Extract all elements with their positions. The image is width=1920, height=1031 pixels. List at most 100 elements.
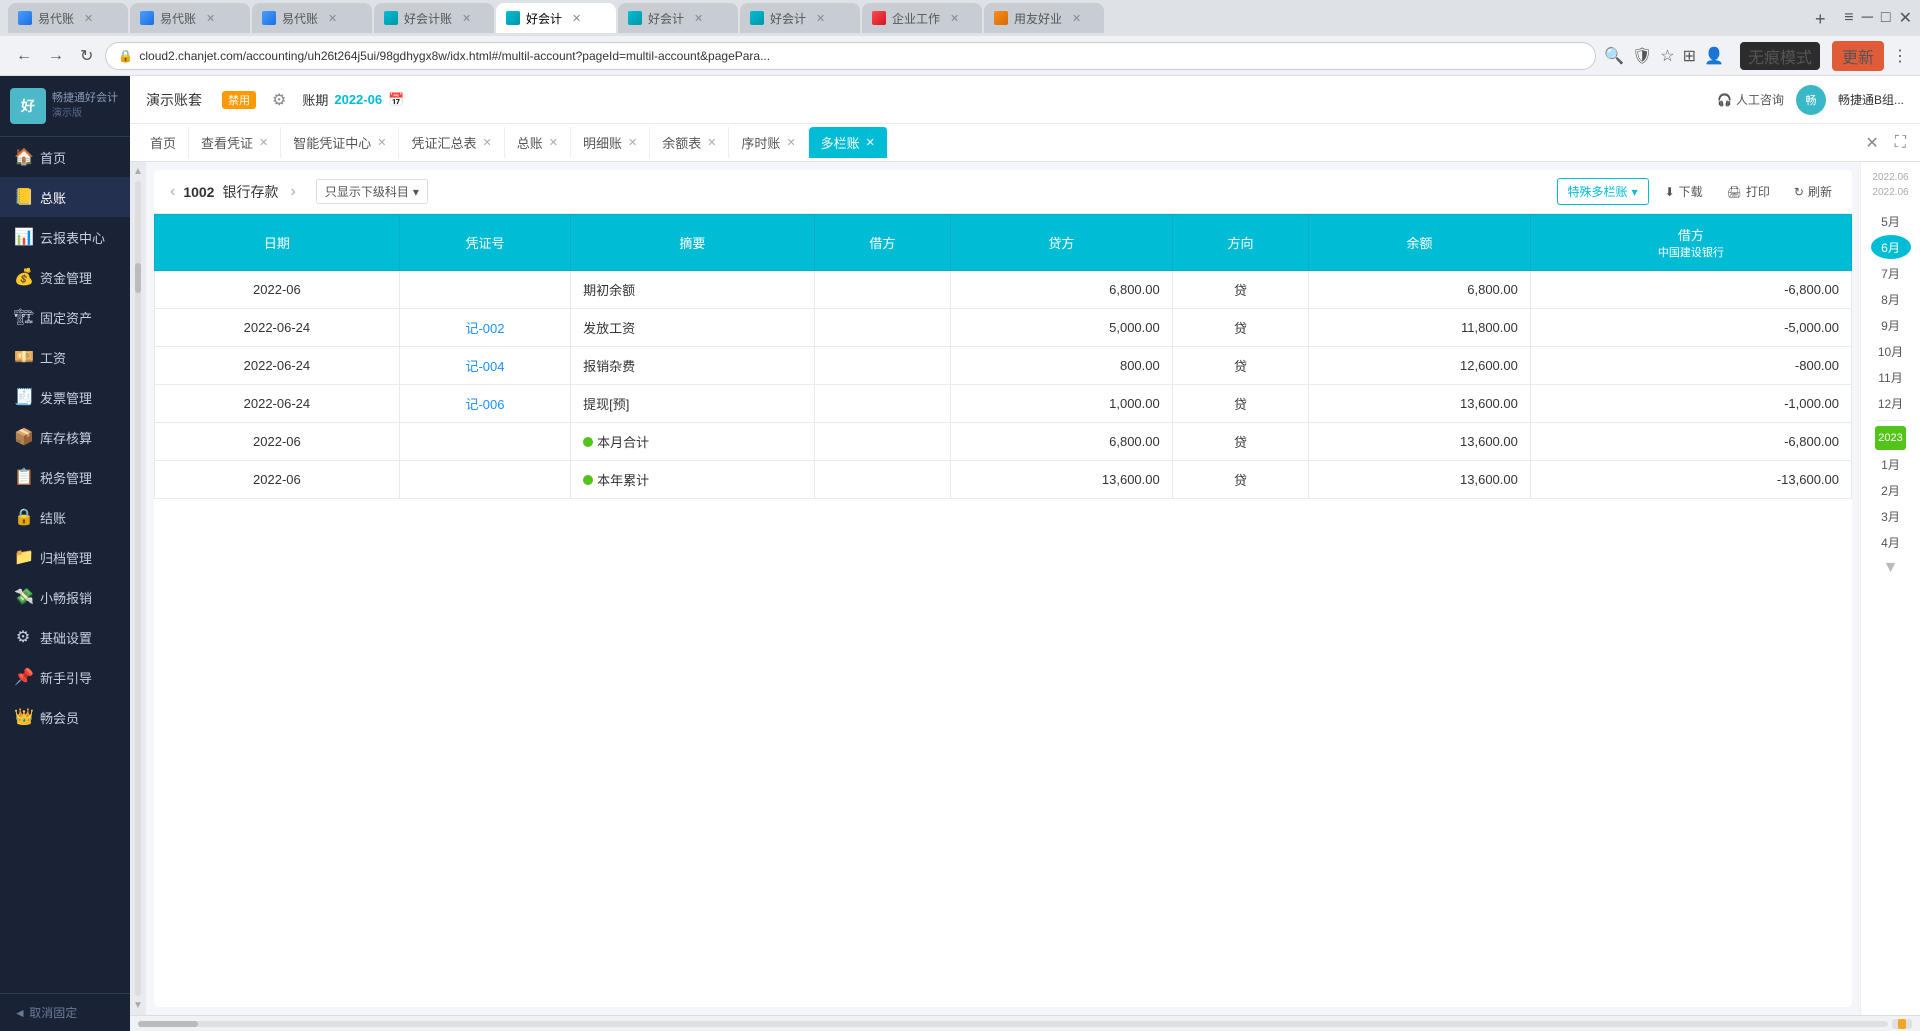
account-prev-button[interactable]: ‹ — [166, 183, 179, 201]
tab-close-icon[interactable]: ✕ — [950, 12, 959, 25]
page-tab-close-detail[interactable]: ✕ — [628, 136, 637, 149]
cal-scroll-down[interactable]: ▼ — [1879, 555, 1903, 581]
page-tab-close-sequence[interactable]: ✕ — [786, 136, 795, 149]
filter-dropdown[interactable]: 只显示下级科目 ▾ — [316, 179, 428, 204]
scroll-thumb[interactable] — [138, 1021, 198, 1027]
close-window[interactable]: ✕ — [1899, 8, 1912, 28]
browser-tab-t2[interactable]: 易代账 ✕ — [130, 3, 250, 33]
tab-close-icon[interactable]: ✕ — [694, 12, 703, 25]
close-panel-button[interactable]: ✕ — [1859, 131, 1884, 155]
tab-list-icon[interactable]: ≡ — [1844, 9, 1853, 27]
sidebar-item-home[interactable]: 🏠 首页 — [0, 137, 130, 177]
search-icon[interactable]: 🔍 — [1604, 46, 1624, 66]
minimize-window[interactable]: ─ — [1862, 9, 1873, 27]
sidebar-item-funds[interactable]: 💰 资金管理 — [0, 257, 130, 297]
page-tab-sequence[interactable]: 序时账✕ — [729, 127, 808, 158]
cal-month-10月[interactable]: 10月 — [1871, 339, 1911, 363]
sidebar-item-invoice[interactable]: 🧾 发票管理 — [0, 377, 130, 417]
print-button[interactable]: 🖨 打印 — [1719, 179, 1778, 204]
sidebar-item-inventory[interactable]: 📦 库存核算 — [0, 417, 130, 457]
sidebar-item-member[interactable]: 👑 畅会员 — [0, 697, 130, 737]
browser-tab-t9[interactable]: 用友好业 ✕ — [984, 3, 1104, 33]
browser-tab-t7[interactable]: 好会计 ✕ — [740, 3, 860, 33]
page-tab-close-smart[interactable]: ✕ — [377, 136, 386, 149]
tab-close-icon[interactable]: ✕ — [462, 12, 471, 25]
url-input[interactable]: 🔒 cloud2.chanjet.com/accounting/uh26t264… — [105, 42, 1596, 70]
cal-month-7月[interactable]: 7月 — [1871, 261, 1911, 285]
page-tab-close-general[interactable]: ✕ — [549, 136, 558, 149]
refresh-button[interactable]: ↻ — [76, 42, 97, 70]
cal-month-9月[interactable]: 9月 — [1871, 313, 1911, 337]
horizontal-scrollbar[interactable] — [130, 1015, 1920, 1031]
wuhen-mode-label[interactable]: 无痕模式 — [1740, 42, 1820, 70]
expand-panel-button[interactable]: ⛶ — [1889, 132, 1912, 154]
page-tab-multi[interactable]: 多栏账✕ — [809, 127, 888, 158]
cal-month-2023-2月[interactable]: 2月 — [1871, 478, 1911, 502]
page-tab-smart[interactable]: 智能凭证中心✕ — [281, 127, 399, 158]
page-tab-close-vouchers[interactable]: ✕ — [259, 136, 268, 149]
cal-month-8月[interactable]: 8月 — [1871, 287, 1911, 311]
cal-month-6月[interactable]: 6月 — [1871, 235, 1911, 259]
sidebar-item-tax[interactable]: 📋 税务管理 — [0, 457, 130, 497]
back-button[interactable]: ← — [12, 43, 36, 69]
browser-tab-t1[interactable]: 易代账 ✕ — [8, 3, 128, 33]
grid-icon[interactable]: ⊞ — [1683, 46, 1696, 66]
new-tab-button[interactable]: + — [1806, 5, 1834, 33]
star-icon[interactable]: ☆ — [1660, 46, 1674, 66]
browser-tab-t4[interactable]: 好会计账 ✕ — [374, 3, 494, 33]
page-tab-balance[interactable]: 余额表✕ — [650, 127, 729, 158]
cal-month-2023-4月[interactable]: 4月 — [1871, 530, 1911, 554]
sidebar-item-salary[interactable]: 💴 工资 — [0, 337, 130, 377]
refresh-button-toolbar[interactable]: ↻ 刷新 — [1786, 179, 1840, 204]
maximize-window[interactable]: □ — [1881, 9, 1891, 27]
page-tab-home[interactable]: 首页 — [138, 127, 189, 158]
ai-service-button[interactable]: 🎧 人工咨询 — [1717, 91, 1784, 108]
sidebar-item-settings[interactable]: ⚙ 基础设置 — [0, 617, 130, 657]
sidebar-item-guide[interactable]: 📌 新手引导 — [0, 657, 130, 697]
page-tab-detail[interactable]: 明细账✕ — [571, 127, 650, 158]
browser-tab-t5[interactable]: 好会计 ✕ — [496, 3, 616, 33]
page-tab-general[interactable]: 总账✕ — [505, 127, 571, 158]
cal-month-5月[interactable]: 5月 — [1871, 209, 1911, 233]
unpin-button[interactable]: ◄ 取消固定 — [0, 994, 130, 1031]
sidebar-item-reports[interactable]: 📊 云报表中心 — [0, 217, 130, 257]
sidebar-item-expense[interactable]: 💸 小畅报销 — [0, 577, 130, 617]
calendar-icon[interactable]: 📅 — [388, 92, 404, 108]
tab-close-icon[interactable]: ✕ — [328, 12, 337, 25]
forward-button[interactable]: → — [44, 43, 68, 69]
tab-close-icon[interactable]: ✕ — [84, 12, 93, 25]
special-multicolumn-button[interactable]: 特殊多栏账 ▾ — [1557, 178, 1649, 205]
profile-icon[interactable]: 👤 — [1704, 46, 1724, 66]
browser-tab-t8[interactable]: 企业工作 ✕ — [862, 3, 982, 33]
settings-icon[interactable]: ⚙ — [272, 90, 286, 110]
account-next-button[interactable]: › — [286, 183, 299, 201]
voucher-link[interactable]: 记-006 — [465, 397, 504, 412]
cal-month-11月[interactable]: 11月 — [1871, 365, 1911, 389]
shield-icon[interactable]: 🛡 — [1632, 46, 1652, 66]
browser-tab-t3[interactable]: 易代账 ✕ — [252, 3, 372, 33]
scroll-down-arrow[interactable]: ▼ — [133, 1000, 143, 1011]
cal-month-2023-1月[interactable]: 1月 — [1871, 452, 1911, 476]
download-button[interactable]: ⬇ 下载 — [1657, 179, 1711, 204]
page-tab-close-multi[interactable]: ✕ — [866, 136, 875, 149]
tab-close-icon[interactable]: ✕ — [816, 12, 825, 25]
tab-close-icon[interactable]: ✕ — [1072, 12, 1081, 25]
cal-month-2023-3月[interactable]: 3月 — [1871, 504, 1911, 528]
update-button[interactable]: 更新 — [1832, 41, 1884, 71]
sidebar-item-archive[interactable]: 📁 归档管理 — [0, 537, 130, 577]
page-tab-vouchers[interactable]: 查看凭证✕ — [189, 127, 281, 158]
page-tab-close-summary[interactable]: ✕ — [483, 136, 492, 149]
settings-dots-icon[interactable]: ⋮ — [1892, 46, 1908, 66]
voucher-link[interactable]: 记-004 — [465, 359, 504, 374]
tab-close-icon[interactable]: ✕ — [572, 12, 581, 25]
sidebar-item-ledger[interactable]: 📒 总账 — [0, 177, 130, 217]
sidebar-item-assets[interactable]: 🏗 固定资产 — [0, 297, 130, 337]
scroll-up-arrow[interactable]: ▲ — [133, 166, 143, 177]
page-tab-close-balance[interactable]: ✕ — [707, 136, 716, 149]
cal-month-12月[interactable]: 12月 — [1871, 391, 1911, 415]
sidebar-item-close[interactable]: 🔒 结账 — [0, 497, 130, 537]
page-tab-summary[interactable]: 凭证汇总表✕ — [399, 127, 504, 158]
browser-tab-t6[interactable]: 好会计 ✕ — [618, 3, 738, 33]
voucher-link[interactable]: 记-002 — [465, 321, 504, 336]
tab-close-icon[interactable]: ✕ — [206, 12, 215, 25]
